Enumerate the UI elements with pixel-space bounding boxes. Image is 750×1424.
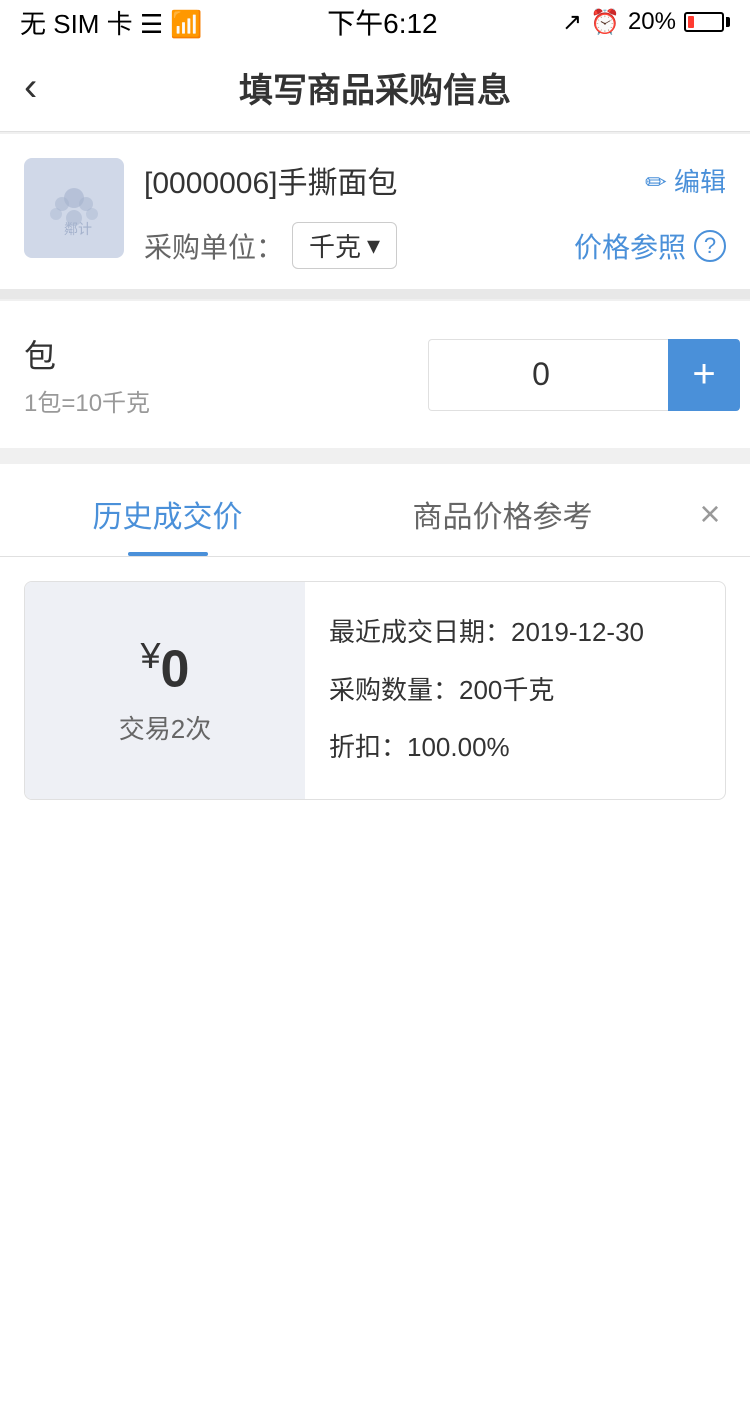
recent-date-row: 最近成交日期：2019-12-30 <box>329 612 701 654</box>
qty-conversion-label: 1包=10千克 <box>24 383 150 418</box>
qty-unit-label: 包 <box>24 331 150 377</box>
purchase-qty-row: 采购数量：200千克 <box>329 670 701 712</box>
price-ref-button[interactable]: 价格参照 ? <box>574 226 726 266</box>
history-details-area: 最近成交日期：2019-12-30 采购数量：200千克 折扣：100.00% <box>305 582 725 799</box>
tabs-section: 历史成交价 商品价格参考 × ¥0 交易2次 最近成交日期：2019-12-30… <box>0 464 750 824</box>
unit-label: 采购单位： <box>144 226 284 266</box>
tabs-header: 历史成交价 商品价格参考 × <box>0 464 750 557</box>
battery-icon <box>684 12 730 32</box>
product-image: 鄰计 <box>24 158 124 258</box>
status-bar: 无 SIM 卡 ☰ 📶 下午6:12 ↗ ⏰ 20% <box>0 0 750 44</box>
carrier-text: 无 SIM 卡 ☰ 📶 <box>20 4 203 41</box>
tab-history-price[interactable]: 历史成交价 <box>0 464 335 556</box>
back-button[interactable]: ‹ <box>24 65 37 110</box>
battery-percent: 20% <box>628 8 676 36</box>
history-price-value: ¥0 <box>141 635 190 699</box>
time-text: 下午6:12 <box>327 2 438 42</box>
product-info: [0000006]手撕面包 ✏ 编辑 采购单位： 千克 ▾ 价格参照 ? <box>144 158 726 269</box>
qty-input-area: + <box>174 339 750 411</box>
product-name: [0000006]手撕面包 <box>144 158 397 202</box>
history-card: ¥0 交易2次 最近成交日期：2019-12-30 采购数量：200千克 折扣：… <box>24 581 726 800</box>
price-ref-icon: ? <box>694 230 726 262</box>
discount-row: 折扣：100.00% <box>329 727 701 769</box>
quantity-section: 包 1包=10千克 + <box>0 301 750 448</box>
svg-text:鄰计: 鄰计 <box>64 221 92 237</box>
qty-input[interactable] <box>428 339 668 411</box>
divider <box>0 289 750 299</box>
history-trades-label: 交易2次 <box>119 709 211 746</box>
product-card: 鄰计 [0000006]手撕面包 ✏ 编辑 采购单位： 千克 ▾ 价格参照 ? <box>0 134 750 289</box>
tabs-content: ¥0 交易2次 最近成交日期：2019-12-30 采购数量：200千克 折扣：… <box>0 557 750 824</box>
alarm-icon: ⏰ <box>590 8 620 37</box>
page-title: 填写商品采购信息 <box>239 63 511 112</box>
qty-label-area: 包 1包=10千克 <box>0 301 174 448</box>
history-price-area: ¥0 交易2次 <box>25 582 305 799</box>
nav-bar: ‹ 填写商品采购信息 <box>0 44 750 132</box>
qty-plus-button[interactable]: + <box>668 339 740 411</box>
tab-product-price-ref[interactable]: 商品价格参考 <box>335 464 670 556</box>
tabs-close-button[interactable]: × <box>670 465 750 555</box>
status-right-icons: ↗ ⏰ 20% <box>562 8 730 37</box>
unit-select[interactable]: 千克 ▾ <box>292 222 397 269</box>
location-icon: ↗ <box>562 8 582 37</box>
edit-button[interactable]: ✏ 编辑 <box>645 162 726 199</box>
